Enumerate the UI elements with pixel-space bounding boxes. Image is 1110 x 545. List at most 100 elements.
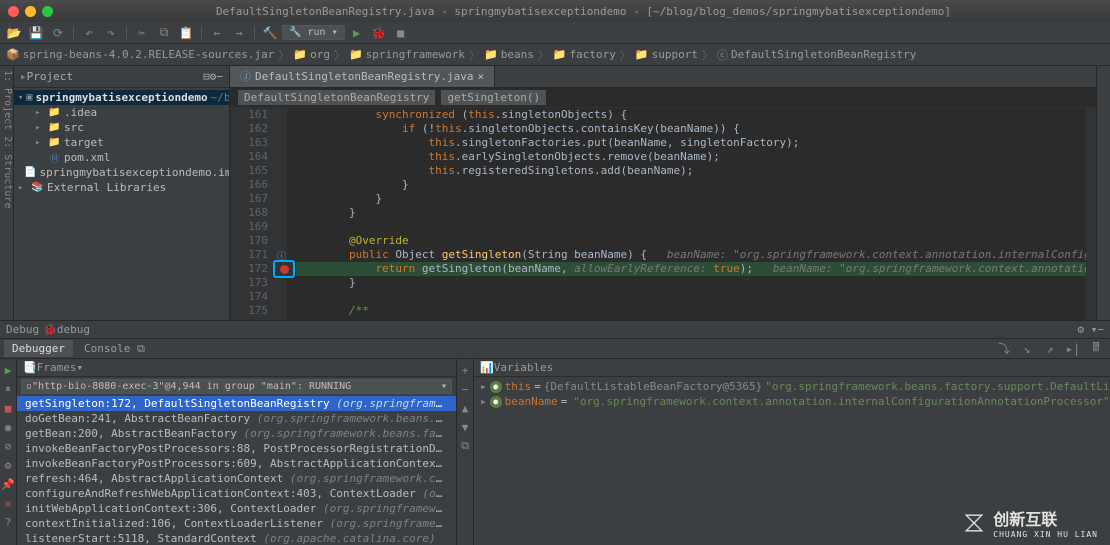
vars-tools[interactable]: + − ▲ ▼ ⧉ bbox=[457, 359, 474, 545]
remove-watch-icon[interactable]: − bbox=[457, 381, 473, 397]
close-tab-icon[interactable]: × bbox=[478, 70, 485, 83]
open-icon[interactable]: 📂 bbox=[4, 24, 24, 42]
evaluate-icon[interactable]: 🖩 bbox=[1086, 340, 1106, 358]
gear-icon[interactable]: ⚙ bbox=[210, 70, 217, 83]
paste-icon[interactable]: 📋 bbox=[176, 24, 196, 42]
frame-item[interactable]: getBean:200, AbstractBeanFactory (org.sp… bbox=[17, 426, 456, 441]
minimize-icon[interactable]: − bbox=[1097, 323, 1104, 336]
help-icon[interactable]: ? bbox=[0, 514, 16, 530]
copy-icon[interactable]: ⧉ bbox=[457, 438, 473, 454]
scroll-marks bbox=[1086, 108, 1096, 320]
view-bp-icon[interactable]: ◉ bbox=[0, 419, 16, 435]
down-icon[interactable]: ▼ bbox=[457, 419, 473, 435]
redo-icon[interactable]: ↷ bbox=[101, 24, 121, 42]
override-icon[interactable]: ⓘ bbox=[277, 250, 286, 259]
tree-item[interactable]: ▸📁src bbox=[14, 120, 229, 135]
window-titlebar: DefaultSingletonBeanRegistry.java - spri… bbox=[0, 0, 1110, 22]
stop-icon[interactable]: ■ bbox=[391, 24, 411, 42]
breadcrumb-item[interactable]: 📁 support bbox=[635, 48, 698, 61]
refresh-icon[interactable]: ⟳ bbox=[48, 24, 68, 42]
build-icon[interactable]: 🔨 bbox=[260, 24, 280, 42]
tree-item[interactable]: 📄springmybatisexceptiondemo.iml bbox=[14, 165, 229, 180]
resume-icon[interactable]: ▶ bbox=[0, 362, 16, 378]
frames-panel: 📑 Frames▾ ▫ "http-bio-8080-exec-3"@4,944… bbox=[17, 359, 457, 545]
traffic-lights[interactable] bbox=[8, 6, 53, 17]
frame-item[interactable]: doGetBean:241, AbstractBeanFactory (org.… bbox=[17, 411, 456, 426]
line-gutter[interactable]: 1611621631641651661671681691701711721731… bbox=[230, 108, 276, 320]
debug-tabs[interactable]: DebuggerConsole ⧉ ⤵ ↘ ↗ ▸| 🖩 bbox=[0, 339, 1110, 359]
breadcrumb-item[interactable]: 📦 spring-beans-4.0.2.RELEASE-sources.jar bbox=[6, 48, 274, 61]
debug-panel: Debug 🐞 debug ⚙ ▾ − DebuggerConsole ⧉ ⤵ … bbox=[0, 320, 1110, 545]
vars-header: 📊 Variables bbox=[474, 359, 1110, 377]
thread-select[interactable]: ▫ "http-bio-8080-exec-3"@4,944 in group … bbox=[21, 379, 452, 394]
minimize-icon[interactable] bbox=[25, 6, 36, 17]
tree-external[interactable]: ▸📚External Libraries bbox=[14, 180, 229, 195]
breadcrumb-item[interactable]: 📁 beans bbox=[484, 48, 534, 61]
frames-list[interactable]: getSingleton:172, DefaultSingletonBeanRe… bbox=[17, 396, 456, 545]
frame-item[interactable]: initWebApplicationContext:306, ContextLo… bbox=[17, 501, 456, 516]
step-over-icon[interactable]: ⤵ bbox=[994, 340, 1014, 358]
method-breadcrumb[interactable]: DefaultSingletonBeanRegistry getSingleto… bbox=[230, 88, 1096, 108]
step-out-icon[interactable]: ↗ bbox=[1040, 340, 1060, 358]
close-icon[interactable] bbox=[8, 6, 19, 17]
left-tool-strip[interactable]: 1: Project 2: Structure bbox=[0, 66, 14, 320]
collapse-icon[interactable]: ⊟ bbox=[203, 70, 210, 83]
right-tool-strip[interactable] bbox=[1096, 66, 1110, 320]
maximize-icon[interactable] bbox=[42, 6, 53, 17]
up-icon[interactable]: ▲ bbox=[457, 400, 473, 416]
breadcrumb-item[interactable]: 📁 factory bbox=[553, 48, 616, 61]
editor-tabs[interactable]: Ⓙ DefaultSingletonBeanRegistry.java × bbox=[230, 66, 1096, 88]
project-tree[interactable]: ▾▣springmybatisexceptiondemo ~/blog/blog… bbox=[14, 88, 229, 197]
project-panel-header[interactable]: ▸ Project ⊟ ⚙ − bbox=[14, 66, 229, 88]
step-into-icon[interactable]: ↘ bbox=[1017, 340, 1037, 358]
tree-root[interactable]: ▾▣springmybatisexceptiondemo ~/blog/blog… bbox=[14, 90, 229, 105]
pause-icon[interactable]: ⏸ bbox=[0, 381, 16, 397]
hide-icon[interactable]: − bbox=[216, 70, 223, 83]
tree-item[interactable]: ▸📁target bbox=[14, 135, 229, 150]
add-watch-icon[interactable]: + bbox=[457, 362, 473, 378]
cut-icon[interactable]: ✂ bbox=[132, 24, 152, 42]
breadcrumb-item[interactable]: 📁 org bbox=[293, 48, 330, 61]
logo-icon bbox=[961, 510, 987, 536]
code-editor[interactable]: 1611621631641651661671681691701711721731… bbox=[230, 108, 1096, 320]
frame-item[interactable]: refresh:464, AbstractApplicationContext … bbox=[17, 471, 456, 486]
variable-row[interactable]: ▸ ● beanName = "org.springframework.cont… bbox=[478, 394, 1110, 409]
tree-item[interactable]: Ⓜpom.xml bbox=[14, 150, 229, 165]
settings-icon[interactable]: ⚙ bbox=[0, 457, 16, 473]
back-icon[interactable]: ← bbox=[207, 24, 227, 42]
breadcrumb-item[interactable]: ⓒ DefaultSingletonBeanRegistry bbox=[717, 47, 916, 63]
editor-tab[interactable]: Ⓙ DefaultSingletonBeanRegistry.java × bbox=[230, 66, 495, 87]
close-icon[interactable]: ✕ bbox=[0, 495, 16, 511]
mute-bp-icon[interactable]: ⊘ bbox=[0, 438, 16, 454]
gear-icon[interactable]: ⚙ ▾ bbox=[1078, 323, 1098, 336]
run-config-select[interactable]: 🔧 run ▾ bbox=[282, 25, 345, 40]
debug-tab[interactable]: Console ⧉ bbox=[76, 340, 153, 358]
breadcrumb-item[interactable]: 📁 springframework bbox=[349, 48, 465, 61]
frame-item[interactable]: contextInitialized:106, ContextLoaderLis… bbox=[17, 516, 456, 531]
breadcrumb-bar: 📦 spring-beans-4.0.2.RELEASE-sources.jar… bbox=[0, 44, 1110, 66]
pin-icon[interactable]: 📌 bbox=[0, 476, 16, 492]
debug-side-tools[interactable]: ▶ ⏸ ■ ◉ ⊘ ⚙ 📌 ✕ ? bbox=[0, 359, 17, 545]
save-icon[interactable]: 💾 bbox=[26, 24, 46, 42]
variable-row[interactable]: ▸ ● this = {DefaultListableBeanFactory@5… bbox=[478, 379, 1110, 394]
debug-title[interactable]: Debug 🐞 debug ⚙ ▾ − bbox=[0, 321, 1110, 339]
gutter-icons[interactable]: ⓘ bbox=[276, 108, 288, 320]
copy-icon[interactable]: ⧉ bbox=[154, 24, 174, 42]
tree-item[interactable]: ▸📁.idea bbox=[14, 105, 229, 120]
debug-icon[interactable]: 🐞 bbox=[369, 24, 389, 42]
frame-item[interactable]: listenerStart:5118, StandardContext (org… bbox=[17, 531, 456, 545]
java-file-icon: Ⓙ bbox=[240, 68, 251, 84]
frame-item[interactable]: configureAndRefreshWebApplicationContext… bbox=[17, 486, 456, 501]
run-icon[interactable]: ▶ bbox=[347, 24, 367, 42]
editor-area: Ⓙ DefaultSingletonBeanRegistry.java × De… bbox=[230, 66, 1096, 320]
stop-icon[interactable]: ■ bbox=[0, 400, 16, 416]
frame-item[interactable]: getSingleton:172, DefaultSingletonBeanRe… bbox=[17, 396, 456, 411]
undo-icon[interactable]: ↶ bbox=[79, 24, 99, 42]
frame-item[interactable]: invokeBeanFactoryPostProcessors:88, Post… bbox=[17, 441, 456, 456]
main-toolbar: 📂 💾 ⟳ ↶ ↷ ✂ ⧉ 📋 ← → 🔨 🔧 run ▾ ▶ 🐞 ■ bbox=[0, 22, 1110, 44]
debug-tab[interactable]: Debugger bbox=[4, 340, 73, 357]
run-to-cursor-icon[interactable]: ▸| bbox=[1063, 340, 1083, 358]
frame-item[interactable]: invokeBeanFactoryPostProcessors:609, Abs… bbox=[17, 456, 456, 471]
breakpoint-marker[interactable] bbox=[273, 260, 295, 278]
forward-icon[interactable]: → bbox=[229, 24, 249, 42]
